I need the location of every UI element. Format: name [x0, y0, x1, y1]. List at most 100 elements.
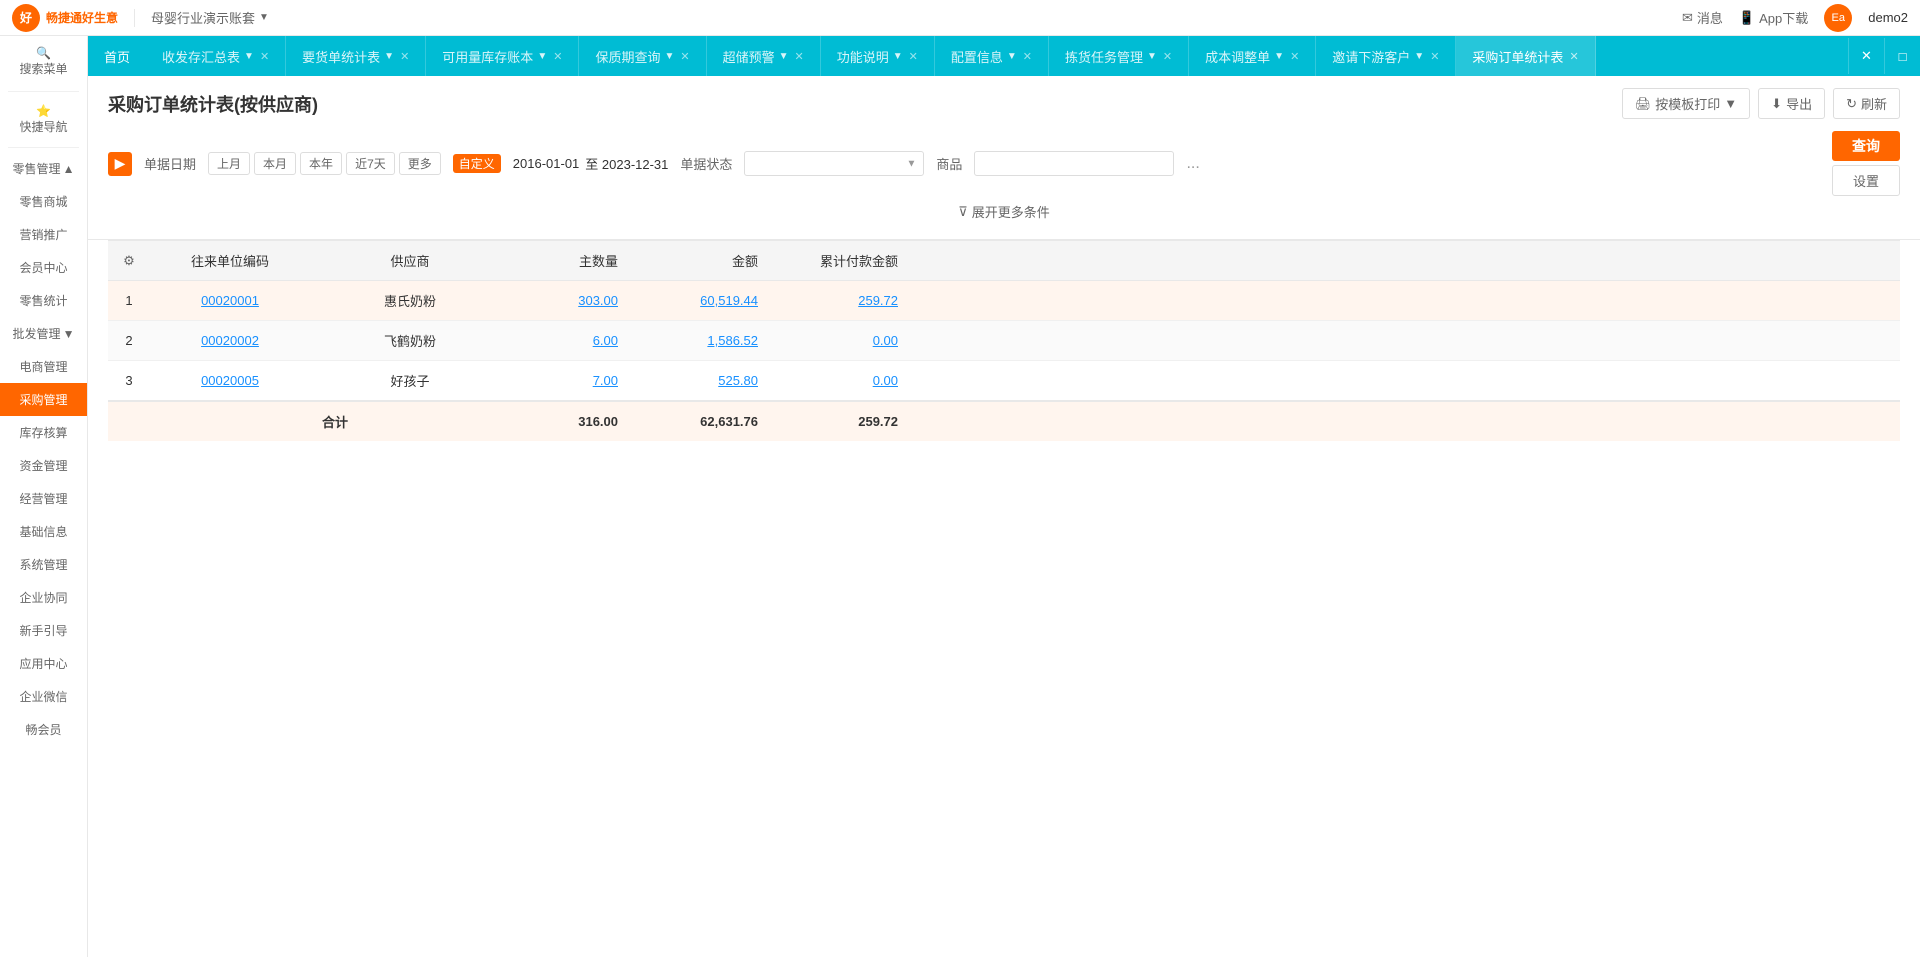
sidebar-item-inventory[interactable]: 库存核算 — [0, 416, 87, 449]
table-header: ⚙ 往来单位编码 供应商 主数量 金额 累计付款金额 — [108, 241, 1900, 281]
sidebar-item-retail-mall[interactable]: 零售商城 — [0, 185, 87, 218]
nav-home[interactable]: 首页 — [88, 36, 146, 76]
sidebar-item-ecommerce[interactable]: 电商管理 — [0, 350, 87, 383]
nav-item-0[interactable]: 收发存汇总表 ▼ ✕ — [146, 36, 286, 76]
nav-arrow-icon: ▼ — [1007, 51, 1017, 62]
product-more-icon[interactable]: ... — [1186, 155, 1199, 173]
footer-amount: 62,631.76 — [630, 401, 770, 441]
message-button[interactable]: ✉ 消息 — [1682, 8, 1723, 27]
nav-close-icon[interactable]: ✕ — [795, 50, 804, 63]
nav-item-6[interactable]: 配置信息 ▼ ✕ — [935, 36, 1049, 76]
nav-item-8[interactable]: 成本调整单 ▼ ✕ — [1189, 36, 1316, 76]
sidebar-item-retail-management[interactable]: 零售管理 ▲ — [0, 152, 87, 185]
sidebar-item-chang-member[interactable]: 畅会员 — [0, 713, 87, 746]
nav-close-icon[interactable]: ✕ — [680, 50, 689, 63]
page-title: 采购订单统计表(按供应商) — [108, 91, 318, 117]
expand-icon: ▼ — [63, 327, 75, 341]
page-header: 采购订单统计表(按供应商) 🖨 按模板打印 ▼ ⬇ 导出 ↻ 刷新 — [88, 76, 1920, 119]
export-button[interactable]: ⬇ 导出 — [1758, 88, 1825, 119]
nav-item-3[interactable]: 保质期查询 ▼ ✕ — [579, 36, 706, 76]
nav-close-icon[interactable]: ✕ — [400, 50, 409, 63]
page-content: 采购订单统计表(按供应商) 🖨 按模板打印 ▼ ⬇ 导出 ↻ 刷新 — [88, 76, 1920, 957]
col-settings-icon[interactable]: ⚙ — [120, 252, 138, 270]
nav-item-9[interactable]: 邀请下游客户 ▼ ✕ — [1316, 36, 1456, 76]
nav-close-icon[interactable]: ✕ — [1430, 50, 1439, 63]
footer-empty-3 — [910, 401, 1900, 441]
sidebar-item-finance[interactable]: 资金管理 — [0, 449, 87, 482]
row-empty — [910, 321, 1900, 361]
top-bar-left: 好 畅捷通好生意 母婴行业演示账套 ▼ — [12, 4, 269, 32]
shortcut-this-year[interactable]: 本年 — [300, 152, 342, 175]
close-icon: ✕ — [1861, 48, 1872, 64]
sidebar-item-system[interactable]: 系统管理 — [0, 548, 87, 581]
print-button[interactable]: 🖨 按模板打印 ▼ — [1622, 88, 1750, 119]
shortcut-this-month[interactable]: 本月 — [254, 152, 296, 175]
row-paid[interactable]: 0.00 — [770, 321, 910, 361]
sidebar-item-app-center[interactable]: 应用中心 — [0, 647, 87, 680]
nav-close-icon[interactable]: ✕ — [553, 50, 562, 63]
sidebar-item-basic-info[interactable]: 基础信息 — [0, 515, 87, 548]
nav-item-10[interactable]: 采购订单统计表 ✕ — [1456, 36, 1595, 76]
sidebar-item-operations[interactable]: 经营管理 — [0, 482, 87, 515]
row-amount[interactable]: 60,519.44 — [630, 281, 770, 321]
col-amount-header: 金额 — [630, 241, 770, 281]
teal-nav: 首页 收发存汇总表 ▼ ✕ 要货单统计表 ▼ ✕ 可用量库存账本 ▼ ✕ 保质期… — [88, 36, 1920, 76]
sidebar-item-retail-stats[interactable]: 零售统计 — [0, 284, 87, 317]
shortcut-last-month[interactable]: 上月 — [208, 152, 250, 175]
nav-close-icon[interactable]: ✕ — [1569, 50, 1578, 63]
footer-label: 合计 — [310, 401, 510, 441]
shortcut-7days[interactable]: 近7天 — [346, 152, 395, 175]
nav-close-icon[interactable]: ✕ — [1163, 50, 1172, 63]
refresh-button[interactable]: ↻ 刷新 — [1833, 88, 1900, 119]
footer-empty-1 — [108, 401, 150, 441]
nav-close-icon[interactable]: ✕ — [909, 50, 918, 63]
app-download-button[interactable]: 📱 App下载 — [1739, 8, 1808, 27]
nav-item-4[interactable]: 超储预警 ▼ ✕ — [707, 36, 821, 76]
expand-icon: ⊽ — [958, 204, 968, 220]
workspace-selector[interactable]: 母婴行业演示账套 ▼ — [151, 8, 269, 27]
row-code[interactable]: 00020002 — [150, 321, 310, 361]
row-qty[interactable]: 6.00 — [510, 321, 630, 361]
row-code[interactable]: 00020001 — [150, 281, 310, 321]
row-code[interactable]: 00020005 — [150, 361, 310, 402]
shortcut-more[interactable]: 更多 — [399, 152, 441, 175]
sidebar-item-purchase[interactable]: 采购管理 — [0, 383, 87, 416]
row-paid[interactable]: 0.00 — [770, 361, 910, 402]
sidebar-item-enterprise-wechat[interactable]: 企业微信 — [0, 680, 87, 713]
row-qty[interactable]: 303.00 — [510, 281, 630, 321]
product-input[interactable] — [974, 151, 1174, 176]
app-download-label: App下载 — [1759, 8, 1808, 27]
sidebar-item-wholesale[interactable]: 批发管理 ▼ — [0, 317, 87, 350]
nav-item-5[interactable]: 功能说明 ▼ ✕ — [821, 36, 935, 76]
table-footer-row: 合计 316.00 62,631.76 259.72 — [108, 401, 1900, 441]
nav-item-label: 要货单统计表 — [302, 47, 380, 66]
row-amount[interactable]: 1,586.52 — [630, 321, 770, 361]
logo-text: 畅捷通好生意 — [46, 9, 118, 26]
nav-item-1[interactable]: 要货单统计表 ▼ ✕ — [286, 36, 426, 76]
nav-item-2[interactable]: 可用量库存账本 ▼ ✕ — [426, 36, 579, 76]
sidebar-item-enterprise-collab[interactable]: 企业协同 — [0, 581, 87, 614]
maximize-button[interactable]: □ — [1884, 38, 1920, 74]
close-tab-button[interactable]: ✕ — [1848, 38, 1884, 74]
sidebar-item-membership[interactable]: 会员中心 — [0, 251, 87, 284]
nav-item-7[interactable]: 拣货任务管理 ▼ ✕ — [1049, 36, 1189, 76]
row-amount[interactable]: 525.80 — [630, 361, 770, 402]
sidebar-shortcut-nav[interactable]: ⭐ 快捷导航 — [0, 96, 87, 143]
sidebar-item-newbie[interactable]: 新手引导 — [0, 614, 87, 647]
nav-close-icon[interactable]: ✕ — [1290, 50, 1299, 63]
expand-more-button[interactable]: ⊽ 展开更多条件 — [108, 196, 1900, 227]
sidebar-item-marketing[interactable]: 营销推广 — [0, 218, 87, 251]
status-select[interactable] — [744, 151, 924, 176]
settings-button[interactable]: 设置 — [1832, 165, 1900, 196]
toggle-icon: ▶ — [115, 155, 126, 172]
row-paid[interactable]: 259.72 — [770, 281, 910, 321]
filter-toggle-button[interactable]: ▶ — [108, 152, 132, 176]
nav-close-icon[interactable]: ✕ — [260, 50, 269, 63]
user-avatar[interactable]: Ea — [1824, 4, 1852, 32]
sidebar-item-label: 资金管理 — [19, 459, 67, 473]
status-select-wrapper — [744, 151, 924, 176]
sidebar-search[interactable]: 🔍 搜索菜单 — [0, 36, 87, 87]
row-qty[interactable]: 7.00 — [510, 361, 630, 402]
nav-close-icon[interactable]: ✕ — [1023, 50, 1032, 63]
query-button[interactable]: 查询 — [1832, 131, 1900, 161]
